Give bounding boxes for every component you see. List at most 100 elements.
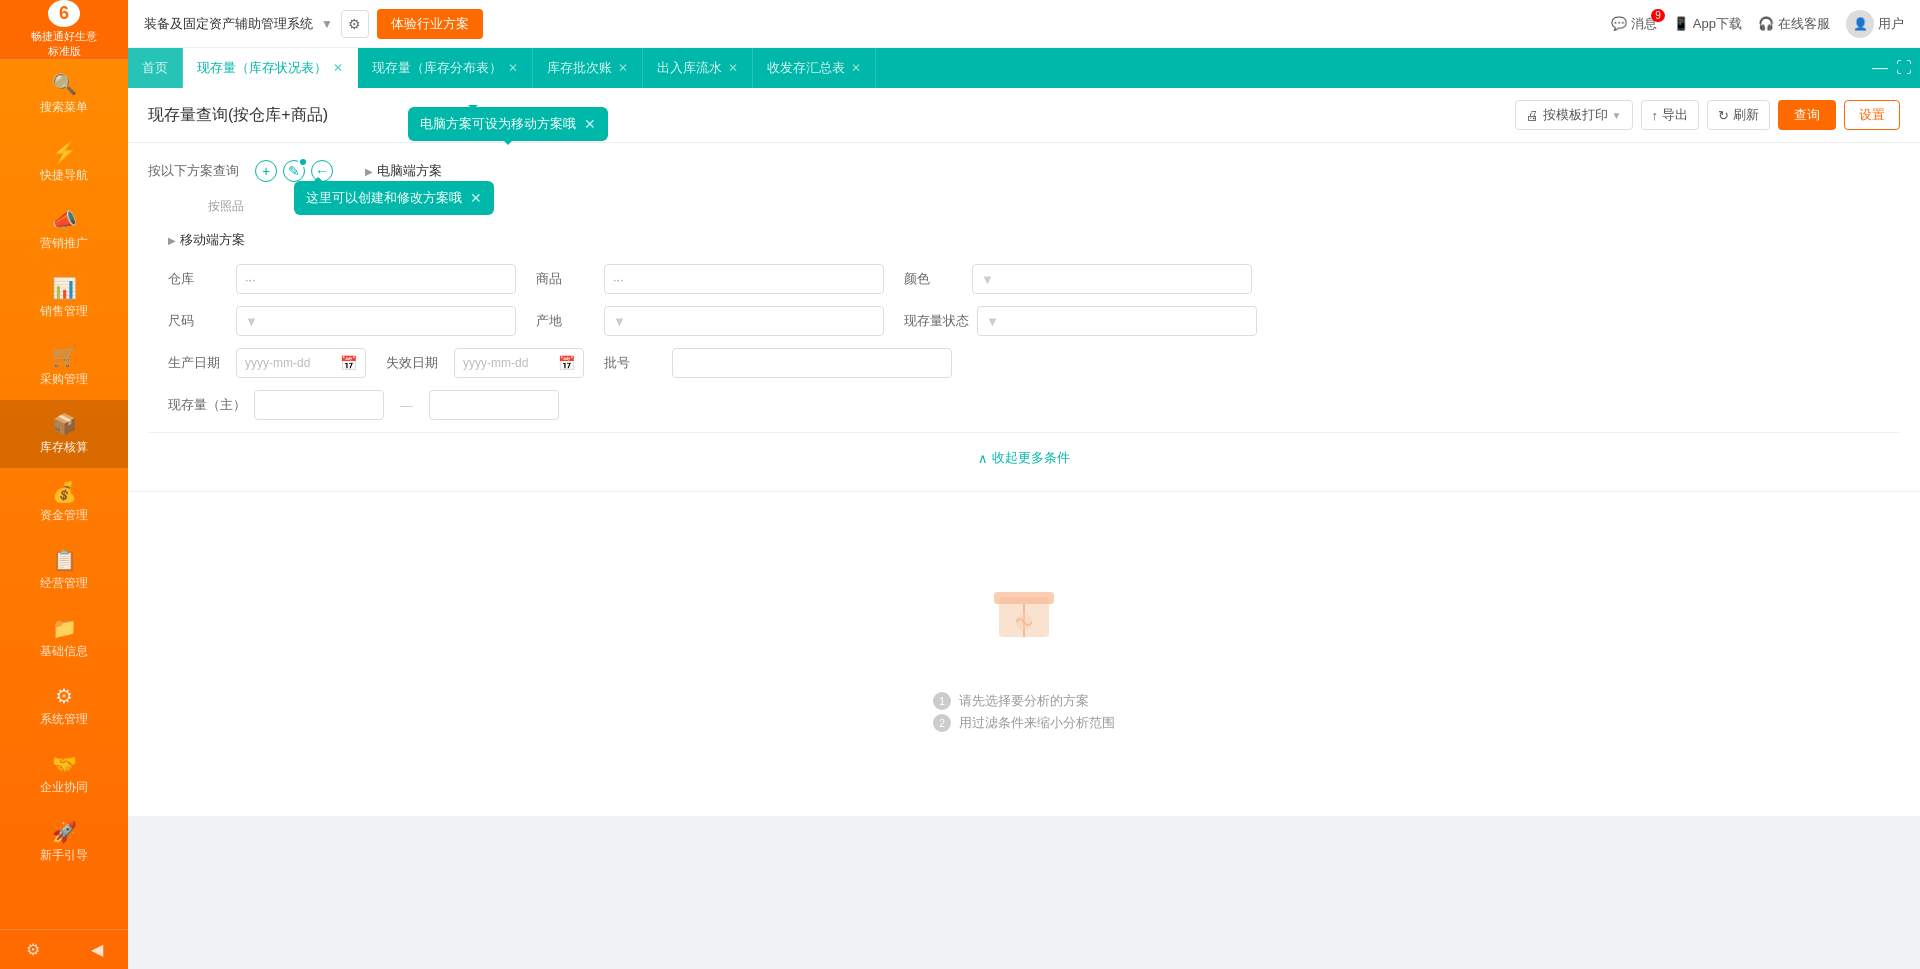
sidebar-item-system[interactable]: ⚙ 系统管理 (0, 672, 128, 740)
empty-tip-1: 1 请先选择要分析的方案 (933, 692, 1115, 710)
tab-close-icon[interactable]: ✕ (333, 61, 343, 75)
origin-select[interactable]: ▼ (604, 306, 884, 336)
export-icon: ↑ (1652, 108, 1659, 123)
sidebar-bottom: ⚙ ◀ (0, 929, 128, 969)
top-header: 装备及固定资产辅助管理系统 ▼ ⚙ 体验行业方案 💬 消息 9 📱 App下载 … (128, 0, 1920, 48)
tree-arrow-icon: ▶ (168, 235, 176, 246)
goods-select[interactable]: ··· (604, 264, 884, 294)
tab-maximize-icon[interactable]: ⛶ (1896, 59, 1912, 77)
sidebar-settings-btn[interactable]: ⚙ (26, 940, 40, 959)
prod-date-input[interactable]: yyyy-mm-dd 📅 (236, 348, 366, 378)
origin-label: 产地 (536, 312, 596, 330)
sidebar-item-label: 资金管理 (40, 507, 88, 524)
sidebar-item-basic[interactable]: 📁 基础信息 (0, 604, 128, 672)
batch-no-label: 批号 (604, 354, 664, 372)
tooltip1-close[interactable]: ✕ (584, 116, 596, 132)
logo-icon: 6 (48, 0, 80, 27)
sidebar-item-enterprise[interactable]: 🤝 企业协同 (0, 740, 128, 808)
page-header: 现存量查询(按仓库+商品) 🖨 按模板打印 ▼ ↑ 导出 ↻ 刷新 查询 设置 (128, 88, 1920, 143)
tab-close-icon[interactable]: ✕ (618, 61, 628, 75)
refresh-button[interactable]: ↻ 刷新 (1707, 100, 1770, 130)
logo-subtext: 标准版 (48, 44, 81, 59)
system-name: 装备及固定资产辅助管理系统 (144, 15, 313, 33)
message-button[interactable]: 💬 消息 9 (1611, 15, 1657, 33)
inventory-icon: 📦 (52, 412, 77, 436)
empty-tip-2: 2 用过滤条件来缩小分析范围 (933, 714, 1115, 732)
tab-inventory-batch[interactable]: 库存批次账 ✕ (533, 48, 643, 88)
tab-close-icon[interactable]: ✕ (508, 61, 518, 75)
stock-main-to[interactable] (429, 390, 559, 420)
sidebar-item-purchase[interactable]: 🛒 采购管理 (0, 332, 128, 400)
empty-icon (984, 572, 1064, 668)
tab-inventory-status[interactable]: 现存量（库存状况表） ✕ (183, 48, 358, 88)
stock-status-select[interactable]: ▼ (977, 306, 1257, 336)
online-support-button[interactable]: 🎧 在线客服 (1758, 15, 1830, 33)
search-icon: 🔍 (52, 72, 77, 96)
tab-close-icon[interactable]: ✕ (728, 61, 738, 75)
filter-label: 按以下方案查询 (148, 162, 239, 180)
sidebar-item-marketing[interactable]: 📣 营销推广 (0, 196, 128, 264)
tab-close-icon[interactable]: ✕ (851, 61, 861, 75)
scheme-tree: ▶ 电脑端方案 (365, 159, 442, 183)
size-label: 尺码 (168, 312, 228, 330)
edit-scheme-button[interactable]: ✎ (283, 160, 305, 182)
gear-icon: ⚙ (348, 16, 361, 32)
gear-button[interactable]: ⚙ (341, 10, 369, 38)
tooltip2-text: 这里可以创建和修改方案哦 (306, 189, 462, 207)
sidebar-item-inventory[interactable]: 📦 库存核算 (0, 400, 128, 468)
tree-arrow-icon: ▶ (365, 166, 373, 177)
content-area: 现存量查询(按仓库+商品) 🖨 按模板打印 ▼ ↑ 导出 ↻ 刷新 查询 设置 (128, 88, 1920, 969)
exp-date-input[interactable]: yyyy-mm-dd 📅 (454, 348, 584, 378)
sidebar-item-sales[interactable]: 📊 销售管理 (0, 264, 128, 332)
sidebar-item-finance[interactable]: 💰 资金管理 (0, 468, 128, 536)
tab-inventory-dist[interactable]: 现存量（库存分布表） ✕ (358, 48, 533, 88)
user-button[interactable]: 👤 用户 (1846, 10, 1904, 38)
finance-icon: 💰 (52, 480, 77, 504)
warehouse-select[interactable]: ··· (236, 264, 516, 294)
industry-button[interactable]: 体验行业方案 (377, 9, 483, 39)
stock-main-from[interactable] (254, 390, 384, 420)
size-select[interactable]: ▼ (236, 306, 516, 336)
tab-home[interactable]: 首页 (128, 48, 183, 88)
app-download-button[interactable]: 📱 App下载 (1673, 15, 1742, 33)
system-selector[interactable]: ▼ (321, 17, 333, 31)
guide-icon: 🚀 (52, 820, 77, 844)
sidebar-item-label: 企业协同 (40, 779, 88, 796)
add-scheme-button[interactable]: + (255, 160, 277, 182)
sidebar-item-guide[interactable]: 🚀 新手引导 (0, 808, 128, 876)
filter-origin: 产地 ▼ (536, 306, 884, 336)
tab-inout-flow[interactable]: 出入库流水 ✕ (643, 48, 753, 88)
sidebar-item-label: 库存核算 (40, 439, 88, 456)
print-button[interactable]: 🖨 按模板打印 ▼ (1515, 100, 1633, 130)
sidebar-nav: 🔍 搜索菜单 ⚡ 快捷导航 📣 营销推广 📊 销售管理 🛒 采购管理 📦 库存核… (0, 60, 128, 929)
desktop-scheme-item[interactable]: ▶ 电脑端方案 (365, 159, 442, 183)
batch-no-input[interactable] (672, 348, 952, 378)
color-select[interactable]: ▼ (972, 264, 1252, 294)
mobile-scheme-item[interactable]: ▶ 移动端方案 (168, 228, 1900, 252)
tooltip2-close[interactable]: ✕ (470, 190, 482, 206)
filter-row-4: 现存量（主） — (168, 390, 1900, 420)
purchase-icon: 🛒 (52, 344, 77, 368)
sidebar: 6 畅捷通好生意 标准版 🔍 搜索菜单 ⚡ 快捷导航 📣 营销推广 📊 销售管理… (0, 0, 128, 969)
filter-fields: 仓库 ··· 商品 ··· 颜色 ▼ (168, 264, 1900, 420)
query-button[interactable]: 查询 (1778, 100, 1836, 130)
collapse-button[interactable]: ∧ 收起更多条件 (148, 441, 1900, 475)
tip-num-1: 1 (933, 692, 951, 710)
sidebar-item-quick[interactable]: ⚡ 快捷导航 (0, 128, 128, 196)
sidebar-item-search[interactable]: 🔍 搜索菜单 (0, 60, 128, 128)
sidebar-item-label: 经营管理 (40, 575, 88, 592)
print-chevron-icon: ▼ (1612, 110, 1622, 121)
sidebar-item-label: 销售管理 (40, 303, 88, 320)
tab-minimize-icon[interactable]: — (1872, 59, 1888, 77)
sidebar-logo: 6 畅捷通好生意 标准版 (0, 0, 128, 60)
sidebar-item-operations[interactable]: 📋 经营管理 (0, 536, 128, 604)
tab-collect-summary[interactable]: 收发存汇总表 ✕ (753, 48, 876, 88)
export-button[interactable]: ↑ 导出 (1641, 100, 1700, 130)
mobile-scheme-row: ▶ 移动端方案 (168, 228, 1900, 252)
sidebar-collapse-btn[interactable]: ◀ (91, 940, 103, 959)
set-button[interactable]: 设置 (1844, 100, 1900, 130)
filter-exp-date: 失效日期 yyyy-mm-dd 📅 (386, 348, 584, 378)
sidebar-item-label: 营销推广 (40, 235, 88, 252)
filter-area: 按以下方案查询 + ✎ ← 电脑方案可设为移动方案哦 ✕ (128, 143, 1920, 492)
filter-stock-main: 现存量（主） — (168, 390, 559, 420)
